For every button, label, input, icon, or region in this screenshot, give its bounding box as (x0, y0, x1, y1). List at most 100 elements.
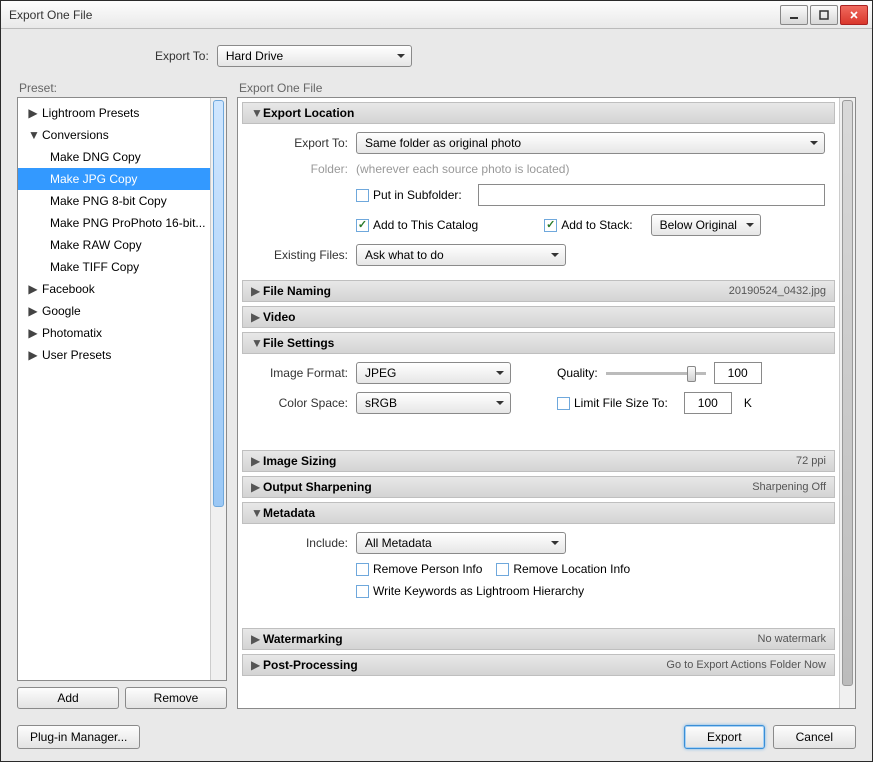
chevron-right-icon: ▶ (251, 480, 263, 494)
preset-user-presets[interactable]: ▶User Presets (18, 344, 210, 366)
section-image-sizing-header[interactable]: ▶ Image Sizing 72 ppi (242, 450, 835, 472)
chevron-right-icon: ▶ (251, 310, 263, 324)
chevron-right-icon: ▶ (28, 282, 38, 296)
window-buttons (780, 5, 868, 25)
watermarking-summary: No watermark (758, 633, 826, 645)
window-title: Export One File (9, 8, 780, 22)
folder-note: (wherever each source photo is located) (356, 162, 569, 176)
settings-scroll: ▼ Export Location Export To: Same folder… (238, 98, 839, 708)
limit-filesize-value[interactable]: 100 (684, 392, 732, 414)
existing-files-label: Existing Files: (252, 248, 348, 262)
plugin-manager-button[interactable]: Plug-in Manager... (17, 725, 140, 749)
preset-panel: Preset: ▶Lightroom Presets ▼Conversions … (17, 79, 227, 709)
preset-conversions[interactable]: ▼Conversions (18, 124, 210, 146)
titlebar: Export One File (1, 1, 872, 29)
checkbox-icon (356, 563, 369, 576)
chevron-right-icon: ▶ (28, 304, 38, 318)
post-processing-summary: Go to Export Actions Folder Now (666, 659, 826, 671)
quality-value[interactable]: 100 (714, 362, 762, 384)
preset-header: Preset: (17, 79, 227, 97)
preset-make-png8[interactable]: Make PNG 8-bit Copy (18, 190, 210, 212)
subfolder-input[interactable] (478, 184, 825, 206)
checkbox-icon (557, 397, 570, 410)
export-to-label: Export To: (155, 49, 209, 63)
preset-scrollbar[interactable] (210, 98, 226, 680)
preset-facebook[interactable]: ▶Facebook (18, 278, 210, 300)
preset-buttons: Add Remove (17, 687, 227, 709)
preset-make-jpg[interactable]: Make JPG Copy (18, 168, 210, 190)
quality-label: Quality: (557, 366, 598, 380)
chevron-right-icon: ▶ (251, 632, 263, 646)
section-post-processing-header[interactable]: ▶ Post-Processing Go to Export Actions F… (242, 654, 835, 676)
folder-label: Folder: (252, 162, 348, 176)
color-space-label: Color Space: (252, 396, 348, 410)
add-stack-checkbox[interactable]: Add to Stack: (544, 218, 632, 232)
section-output-sharpening-header[interactable]: ▶ Output Sharpening Sharpening Off (242, 476, 835, 498)
quality-slider[interactable] (606, 362, 706, 384)
write-keywords-checkbox[interactable]: Write Keywords as Lightroom Hierarchy (356, 584, 584, 598)
existing-files-dropdown[interactable]: Ask what to do (356, 244, 566, 266)
chevron-right-icon: ▶ (251, 454, 263, 468)
remove-location-checkbox[interactable]: Remove Location Info (496, 562, 630, 576)
preset-make-dng[interactable]: Make DNG Copy (18, 146, 210, 168)
remove-person-checkbox[interactable]: Remove Person Info (356, 562, 482, 576)
close-button[interactable] (840, 5, 868, 25)
settings-scrollbar[interactable] (839, 98, 855, 708)
preset-tree[interactable]: ▶Lightroom Presets ▼Conversions Make DNG… (18, 98, 210, 680)
file-naming-summary: 20190524_0432.jpg (729, 285, 826, 297)
color-space-dropdown[interactable]: sRGB (356, 392, 511, 414)
chevron-down-icon: ▼ (28, 128, 38, 142)
checkbox-checked-icon (356, 219, 369, 232)
section-video-header[interactable]: ▶ Video (242, 306, 835, 328)
chevron-down-icon: ▼ (251, 106, 263, 120)
checkbox-icon (356, 585, 369, 598)
image-format-label: Image Format: (252, 366, 348, 380)
remove-preset-button[interactable]: Remove (125, 687, 227, 709)
include-dropdown[interactable]: All Metadata (356, 532, 566, 554)
export-to-folder-dropdown[interactable]: Same folder as original photo (356, 132, 825, 154)
stack-order-dropdown[interactable]: Below Original (651, 214, 761, 236)
maximize-button[interactable] (810, 5, 838, 25)
output-sharpening-summary: Sharpening Off (752, 481, 826, 493)
add-preset-button[interactable]: Add (17, 687, 119, 709)
slider-thumb[interactable] (687, 366, 696, 382)
preset-make-png-prophoto[interactable]: Make PNG ProPhoto 16-bit... (18, 212, 210, 234)
export-button[interactable]: Export (684, 725, 765, 749)
settings-panel: Export One File ▼ Export Location Export… (237, 79, 856, 709)
add-catalog-checkbox[interactable]: Add to This Catalog (356, 218, 478, 232)
preset-make-tiff[interactable]: Make TIFF Copy (18, 256, 210, 278)
settings-container: ▼ Export Location Export To: Same folder… (237, 97, 856, 709)
section-watermarking-header[interactable]: ▶ Watermarking No watermark (242, 628, 835, 650)
subfolder-checkbox[interactable]: Put in Subfolder: (356, 188, 462, 202)
section-metadata-header[interactable]: ▼ Metadata (242, 502, 835, 524)
export-to-dropdown[interactable]: Hard Drive (217, 45, 412, 67)
settings-header: Export One File (237, 79, 856, 97)
minimize-button[interactable] (780, 5, 808, 25)
checkbox-checked-icon (544, 219, 557, 232)
dialog-content: Export To: Hard Drive Preset: ▶Lightroom… (1, 29, 872, 761)
preset-google[interactable]: ▶Google (18, 300, 210, 322)
chevron-down-icon: ▼ (251, 336, 263, 350)
chevron-right-icon: ▶ (28, 326, 38, 340)
chevron-right-icon: ▶ (251, 658, 263, 672)
scrollbar-thumb[interactable] (213, 100, 224, 507)
export-to-row: Export To: Hard Drive (17, 39, 856, 71)
include-label: Include: (252, 536, 348, 550)
preset-lightroom[interactable]: ▶Lightroom Presets (18, 102, 210, 124)
section-file-naming-header[interactable]: ▶ File Naming 20190524_0432.jpg (242, 280, 835, 302)
scrollbar-thumb[interactable] (842, 100, 853, 686)
cancel-button[interactable]: Cancel (773, 725, 856, 749)
image-sizing-summary: 72 ppi (796, 455, 826, 467)
export-dialog: Export One File Export To: Hard Drive Pr… (0, 0, 873, 762)
section-file-settings-body: Image Format: JPEG Quality: 100 Color Sp… (242, 354, 835, 424)
section-metadata-body: Include: All Metadata Remove Person Info… (242, 524, 835, 608)
preset-photomatix[interactable]: ▶Photomatix (18, 322, 210, 344)
section-export-location-body: Export To: Same folder as original photo… (242, 124, 835, 276)
image-format-dropdown[interactable]: JPEG (356, 362, 511, 384)
checkbox-icon (496, 563, 509, 576)
chevron-down-icon: ▼ (251, 506, 263, 520)
section-export-location-header[interactable]: ▼ Export Location (242, 102, 835, 124)
limit-filesize-checkbox[interactable]: Limit File Size To: (557, 396, 668, 410)
preset-make-raw[interactable]: Make RAW Copy (18, 234, 210, 256)
section-file-settings-header[interactable]: ▼ File Settings (242, 332, 835, 354)
